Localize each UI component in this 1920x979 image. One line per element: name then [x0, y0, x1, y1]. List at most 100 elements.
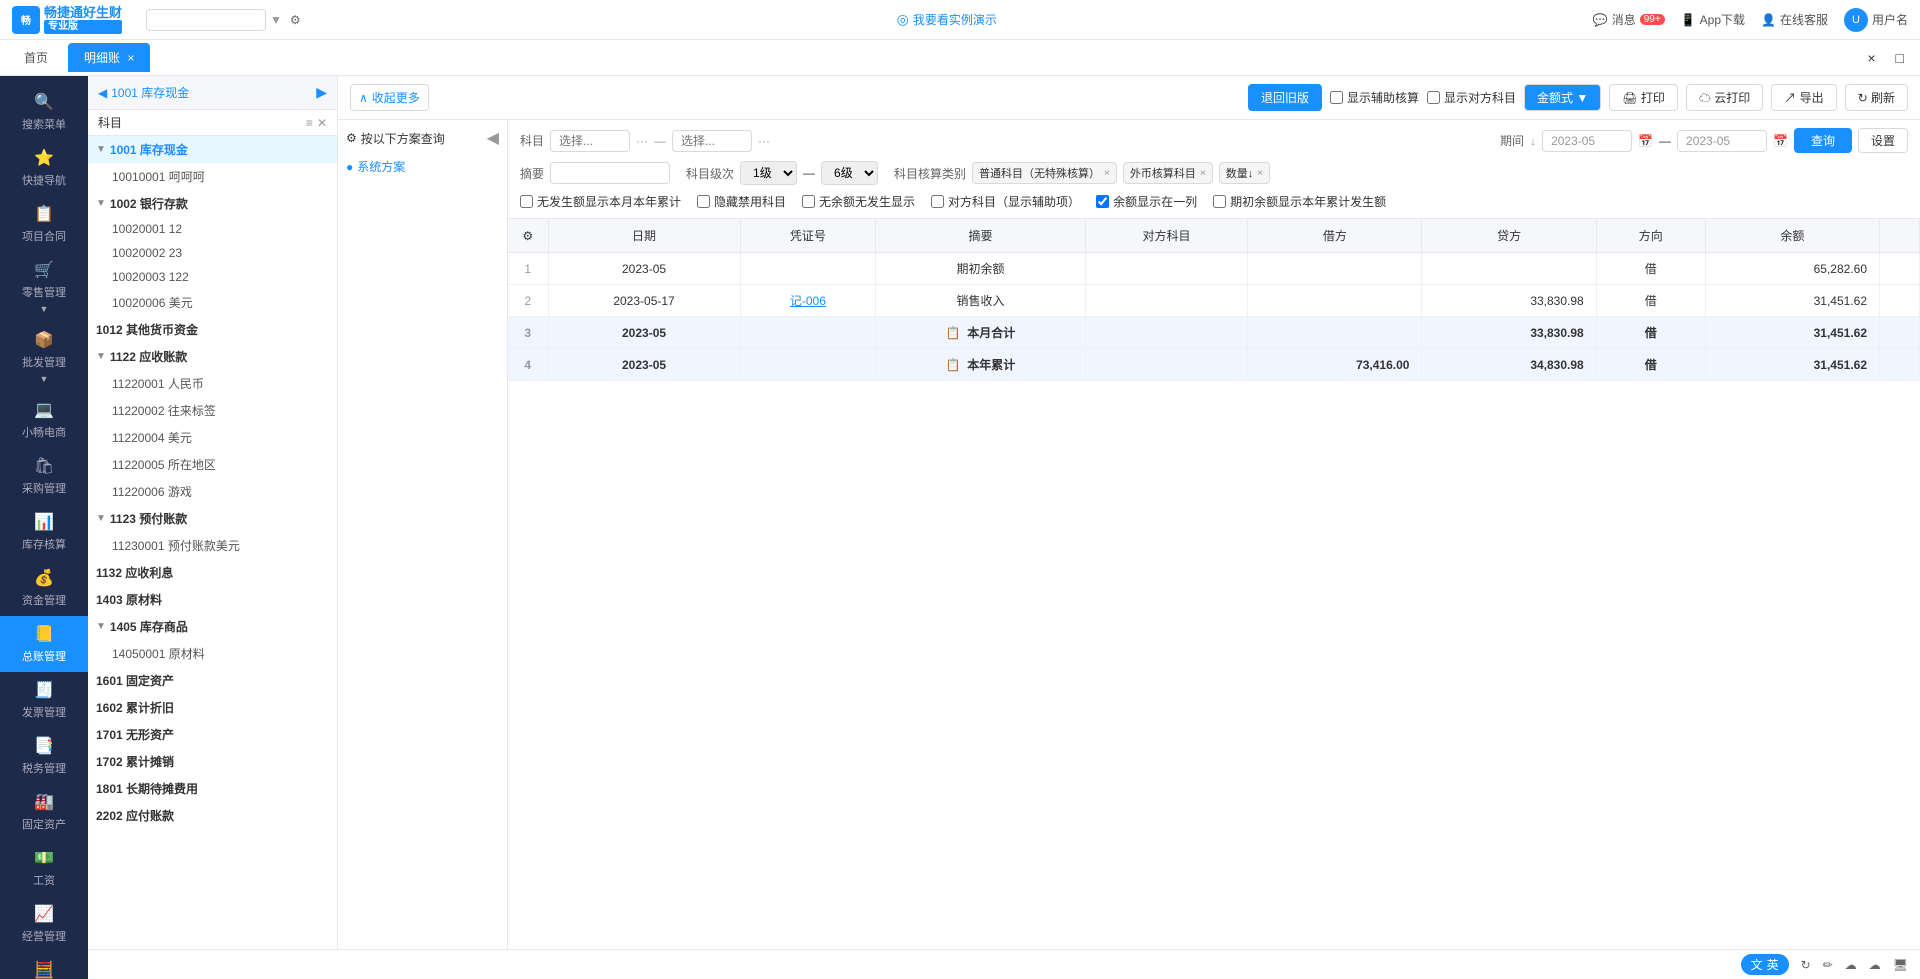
tree-item-10010001[interactable]: 10010001 呵呵呵 [88, 163, 337, 190]
col-settings[interactable]: ⚙ [508, 219, 548, 253]
filter-period-dropdown[interactable]: ↓ [1530, 134, 1536, 148]
status-screen[interactable]: 🖥 [1893, 958, 1908, 972]
tree-item-11220001[interactable]: 11220001 人民币 [88, 370, 337, 397]
refresh-btn[interactable]: ↻ 刷新 [1845, 84, 1908, 111]
tree-item-1601[interactable]: 1601 固定资产 [88, 667, 337, 694]
filter-subject-input[interactable] [550, 130, 630, 152]
tab-detail[interactable]: 明细账 × [68, 43, 150, 72]
return-old-btn[interactable]: 退回旧版 [1248, 84, 1322, 111]
tree-item-14050001[interactable]: 14050001 原材料 [88, 640, 337, 667]
status-refresh[interactable]: ↻ [1801, 958, 1811, 972]
tree-close-icon[interactable]: ✕ [317, 116, 327, 130]
checkbox-balance-one-col[interactable]: 余额显示在一列 [1096, 193, 1197, 210]
checkbox-no-amount[interactable]: 无发生额显示本月本年累计 [520, 193, 681, 210]
tree-sort-icon[interactable]: ≡ [306, 116, 313, 130]
filter-level-start[interactable]: 1级2级3级 [740, 161, 797, 185]
tree-item-10020006[interactable]: 10020006 美元 [88, 289, 337, 316]
filter-period-cal-start[interactable]: 📅 [1638, 134, 1653, 148]
sidebar-item-tax[interactable]: 📑 税务管理 [0, 728, 88, 784]
settings-btn[interactable]: 设置 [1858, 128, 1908, 153]
sidebar-item-operations[interactable]: 📈 经营管理 [0, 896, 88, 952]
tab-home[interactable]: 首页 [8, 43, 64, 72]
tree-item-1405[interactable]: ▼ 1405 库存商品 [88, 613, 337, 640]
tag-quantity-close[interactable]: × [1257, 168, 1263, 179]
tree-item-1012[interactable]: 1012 其他货币资金 [88, 316, 337, 343]
checkbox-hide-disabled[interactable]: 隐藏禁用科目 [697, 193, 786, 210]
scheme-item-system[interactable]: ● 系统方案 [346, 154, 499, 179]
col-balance[interactable]: 余额 [1705, 219, 1879, 253]
export-btn[interactable]: ↗ 导出 [1771, 84, 1836, 111]
demo-link[interactable]: ◎ 我要看实例演示 [897, 11, 997, 28]
col-direction[interactable]: 方向 [1596, 219, 1705, 253]
col-voucher[interactable]: 凭证号 [740, 219, 876, 253]
query-btn[interactable]: 查询 [1794, 128, 1852, 153]
filter-summary-input[interactable] [550, 162, 670, 184]
sidebar-item-funds[interactable]: 💰 资金管理 [0, 560, 88, 616]
col-summary[interactable]: 摘要 [876, 219, 1086, 253]
voucher-link-1[interactable]: 记-006 [790, 294, 826, 308]
col-credit[interactable]: 贷方 [1422, 219, 1596, 253]
filter-level-end[interactable]: 6级1级2级 [821, 161, 878, 185]
window-close-btn[interactable]: × [1859, 48, 1883, 68]
tree-item-10020002[interactable]: 10020002 23 [88, 241, 337, 265]
format-btn[interactable]: 金额式 ▼ [1525, 85, 1600, 110]
settings-icon[interactable]: ⚙ [290, 13, 301, 27]
sidebar-item-quicknav[interactable]: ⭐ 快捷导航 [0, 140, 88, 196]
online-service-btn[interactable]: 👤 在线客服 [1761, 11, 1828, 28]
tag-foreign-close[interactable]: × [1200, 168, 1206, 179]
tree-item-1132[interactable]: 1132 应收利息 [88, 559, 337, 586]
show-counter-checkbox[interactable]: 显示对方科目 [1427, 89, 1516, 106]
filter-subject-more2-icon[interactable]: ··· [758, 134, 770, 148]
sidebar-item-inventory[interactable]: 📊 库存核算 [0, 504, 88, 560]
tree-item-1002[interactable]: ▼ 1002 银行存款 [88, 190, 337, 217]
tab-close-icon[interactable]: × [127, 51, 134, 65]
tree-item-1602[interactable]: 1602 累计折旧 [88, 694, 337, 721]
sidebar-item-project[interactable]: 📋 项目合同 [0, 196, 88, 252]
filter-period-cal-end[interactable]: 📅 [1773, 134, 1788, 148]
sidebar-item-assets[interactable]: 🏭 固定资产 [0, 784, 88, 840]
sidebar-item-expense[interactable]: 🧮 小畅报销 [0, 952, 88, 979]
col-counter-account[interactable]: 对方科目 [1085, 219, 1247, 253]
filter-period-end[interactable] [1677, 130, 1767, 152]
filter-subject-end-input[interactable] [672, 130, 752, 152]
col-date[interactable]: 日期 [548, 219, 740, 253]
sidebar-item-invoice[interactable]: 🧾 发票管理 [0, 672, 88, 728]
lang-switcher[interactable]: 文 英 [1741, 954, 1789, 975]
sidebar-item-purchase[interactable]: 🛍 采购管理 [0, 448, 88, 504]
col-debit[interactable]: 借方 [1248, 219, 1422, 253]
app-download-btn[interactable]: 📱 App下载 [1681, 11, 1745, 28]
tag-normal-close[interactable]: × [1104, 168, 1110, 179]
tree-item-1701[interactable]: 1701 无形资产 [88, 721, 337, 748]
global-search-input[interactable] [146, 9, 266, 31]
checkbox-counter-account[interactable]: 对方科目（显示辅助项） [931, 193, 1080, 210]
account-nav-arrow[interactable]: ▶ [316, 84, 327, 101]
status-cloud1[interactable]: ☁ [1845, 958, 1857, 972]
tree-item-1001[interactable]: ▼ 1001 库存现金 [88, 136, 337, 163]
data-table-wrapper[interactable]: ⚙ 日期 凭证号 摘要 对方科目 借方 贷方 方向 余额 [508, 219, 1920, 979]
user-avatar[interactable]: U 用户名 [1844, 8, 1908, 32]
tree-item-11220002[interactable]: 11220002 往来标签 [88, 397, 337, 424]
tree-item-1122[interactable]: ▼ 1122 应收账款 [88, 343, 337, 370]
message-btn[interactable]: 💬 消息 99+ [1593, 11, 1665, 28]
search-box[interactable]: ▼ [146, 9, 282, 31]
tree-item-11220004[interactable]: 11220004 美元 [88, 424, 337, 451]
cell-voucher-1[interactable]: 记-006 [740, 285, 876, 317]
sidebar-item-retail[interactable]: 🛒 零售管理 ▼ [0, 252, 88, 322]
expand-more-btn[interactable]: ∧ 收起更多 [350, 84, 429, 111]
filter-subject-more-icon[interactable]: ··· [636, 134, 648, 148]
status-cloud2[interactable]: ☁ [1869, 958, 1881, 972]
show-aux-input[interactable] [1330, 91, 1343, 104]
sidebar-item-search[interactable]: 🔍 搜索菜单 [0, 84, 88, 140]
filter-period-start[interactable] [1542, 130, 1632, 152]
sidebar-item-ecommerce[interactable]: 💻 小畅电商 [0, 392, 88, 448]
tree-item-11230001[interactable]: 11230001 预付账款美元 [88, 532, 337, 559]
window-maximize-btn[interactable]: □ [1888, 48, 1912, 68]
checkbox-no-balance[interactable]: 无余额无发生显示 [802, 193, 915, 210]
tree-item-1702[interactable]: 1702 累计摊销 [88, 748, 337, 775]
show-counter-input[interactable] [1427, 91, 1440, 104]
tree-item-11220006[interactable]: 11220006 游戏 [88, 478, 337, 505]
tree-item-1403[interactable]: 1403 原材料 [88, 586, 337, 613]
cloud-print-btn[interactable]: ☁ 云打印 [1686, 84, 1763, 111]
scheme-collapse-btn[interactable]: ◀ [487, 128, 499, 148]
tree-item-11220005[interactable]: 11220005 所在地区 [88, 451, 337, 478]
